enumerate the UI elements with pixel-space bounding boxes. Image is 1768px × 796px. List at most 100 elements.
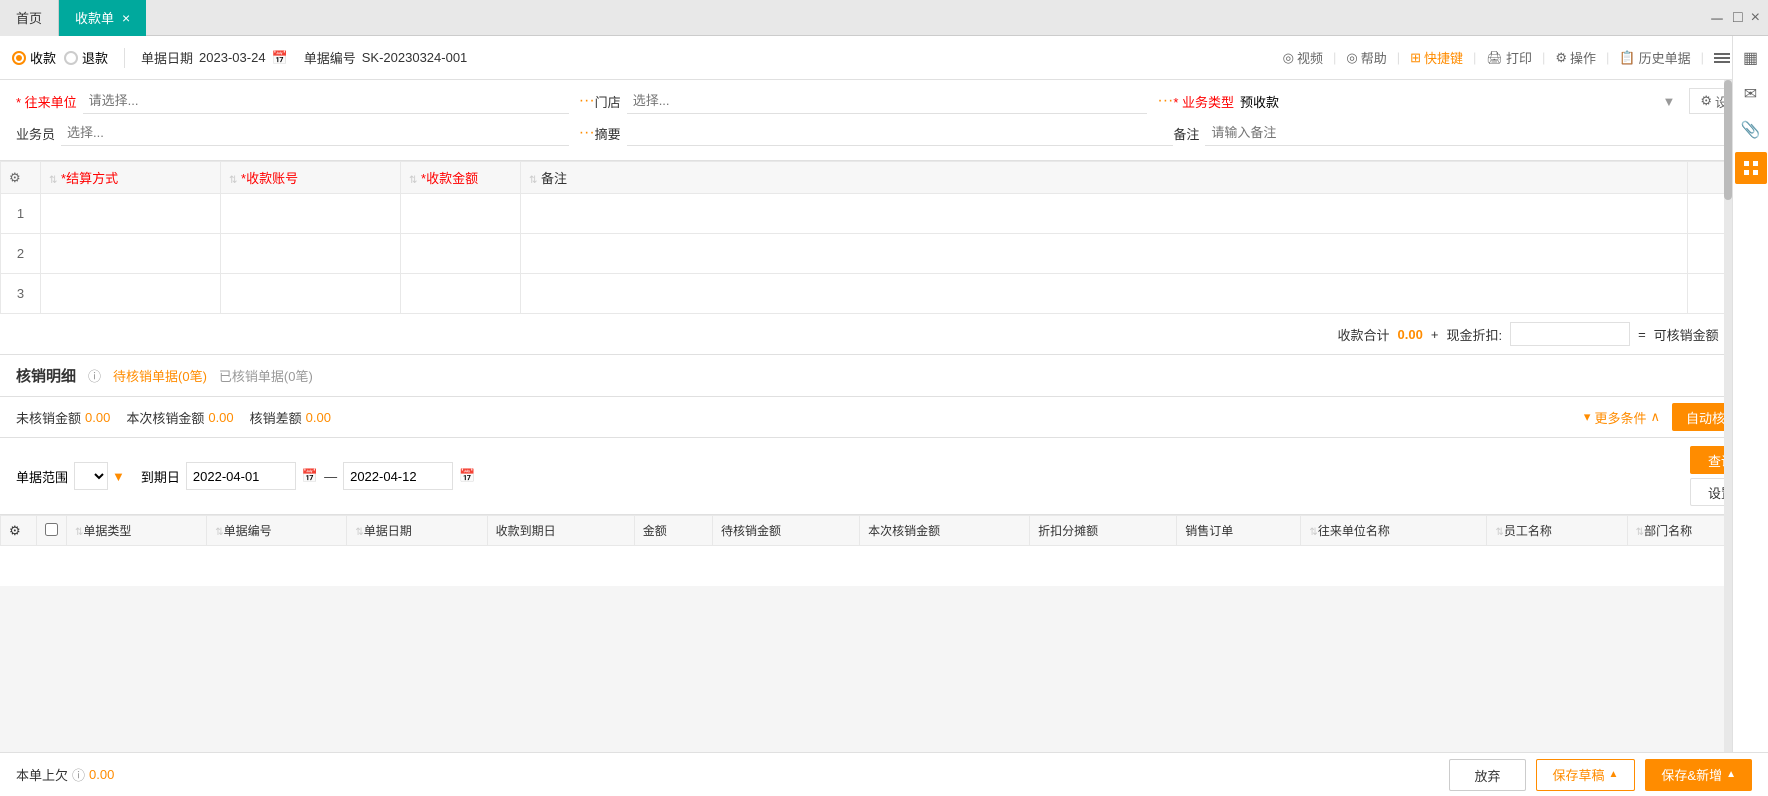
row-2-amount[interactable] — [401, 234, 521, 274]
due-label: 到期日 — [141, 467, 180, 486]
sort-type-icon[interactable]: ⇅ — [75, 527, 83, 538]
row-2-remark[interactable] — [521, 234, 1688, 274]
sort-employee-icon[interactable]: ⇅ — [1495, 527, 1503, 538]
row-2-account[interactable] — [221, 234, 401, 274]
footer-info: 本单上欠 ⓘ 0.00 — [16, 765, 114, 784]
remark-input[interactable] — [1205, 120, 1752, 146]
side-mail-icon[interactable]: ✉ — [1740, 80, 1761, 108]
sort-amount-icon[interactable]: ⇅ — [409, 175, 417, 186]
store-label: 门店 — [595, 92, 621, 111]
bottom-th-employee: ⇅员工名称 — [1487, 516, 1627, 546]
video-label: 视频 — [1297, 48, 1323, 67]
sort-account-icon[interactable]: ⇅ — [229, 175, 237, 186]
sort-dept-icon[interactable]: ⇅ — [1636, 527, 1644, 538]
summary-input[interactable] — [627, 120, 1174, 146]
form-row-1: * 往来单位 ··· 门店 ··· * 业务类型 预收款 ▼ ⚙ 设置 — [16, 88, 1752, 114]
maximize-button[interactable]: □ — [1733, 9, 1743, 27]
footer-info-icon[interactable]: ⓘ — [72, 765, 85, 784]
radio-refund[interactable]: 退款 — [64, 48, 108, 67]
store-more-icon[interactable]: ··· — [1157, 92, 1173, 110]
verify-title: 核销明细 — [16, 365, 76, 386]
save-draft-btn[interactable]: 保存草稿 ▲ — [1536, 759, 1636, 791]
bottom-gear-icon[interactable]: ⚙ — [9, 523, 21, 538]
pending-link[interactable]: 待核销单据(0笔) — [113, 366, 207, 385]
from-unit-input[interactable] — [83, 88, 569, 114]
row-2-settlement[interactable] — [41, 234, 221, 274]
salesperson-field: 业务员 ··· — [16, 120, 595, 146]
minimize-button[interactable]: － — [1709, 6, 1725, 30]
print-action[interactable]: 🖨 打印 — [1486, 48, 1532, 67]
row-1-remark[interactable] — [521, 194, 1688, 234]
biz-type-select[interactable]: 预收款 ▼ — [1240, 92, 1675, 111]
toolbar-divider-1 — [124, 48, 125, 68]
number-field: 单据编号 SK-20230324-001 — [304, 48, 468, 67]
form-row-2: 业务员 ··· 摘要 备注 — [16, 120, 1752, 146]
scope-select[interactable] — [74, 462, 108, 490]
help-action[interactable]: ◎ 帮助 — [1346, 48, 1386, 67]
radio-refund-label: 退款 — [82, 48, 108, 67]
discount-input[interactable] — [1510, 322, 1630, 346]
abandon-btn[interactable]: 放弃 — [1449, 759, 1525, 791]
side-attach-icon[interactable]: 📎 — [1737, 116, 1765, 144]
calendar-start-icon[interactable]: 📅 — [302, 468, 318, 484]
table-gear-icon[interactable]: ⚙ — [9, 170, 21, 185]
tab-home[interactable]: 首页 — [0, 0, 59, 36]
sort-date-icon[interactable]: ⇅ — [355, 527, 363, 538]
print-label: 打印 — [1506, 48, 1532, 67]
calendar-icon[interactable]: 📅 — [272, 50, 288, 66]
row-1-amount[interactable] — [401, 194, 521, 234]
side-scan-icon[interactable] — [1735, 152, 1767, 184]
calendar-end-icon[interactable]: 📅 — [459, 468, 475, 484]
net-label: 可核销金额 — [1654, 325, 1719, 344]
sort-remark-icon[interactable]: ⇅ — [529, 175, 537, 186]
from-unit-more-icon[interactable]: ··· — [579, 92, 595, 110]
scrollbar-track[interactable] — [1724, 80, 1732, 752]
tab-receipt[interactable]: 收款单 × — [59, 0, 146, 36]
scope-label: 单据范围 — [16, 467, 68, 486]
bottom-th-current: 本次核销金额 — [860, 516, 1030, 546]
scrollbar-thumb[interactable] — [1724, 80, 1732, 200]
scope-dropdown-icon[interactable]: ▼ — [112, 469, 125, 484]
sort-from-unit-icon[interactable]: ⇅ — [1309, 527, 1317, 538]
more-filters-btn[interactable]: ▾ 更多条件 ∧ — [1584, 408, 1660, 427]
date-start-input[interactable] — [186, 462, 296, 490]
sort-number-icon[interactable]: ⇅ — [215, 527, 223, 538]
remark-field: 备注 — [1173, 120, 1752, 146]
sort-settlement-icon[interactable]: ⇅ — [49, 175, 57, 186]
tab-close-icon[interactable]: × — [122, 10, 130, 26]
row-3-settlement[interactable] — [41, 274, 221, 314]
bottom-th-type: ⇅单据类型 — [67, 516, 207, 546]
salesperson-input[interactable] — [61, 120, 569, 146]
window-close-button[interactable]: × — [1751, 9, 1760, 27]
select-all-checkbox[interactable] — [45, 523, 58, 536]
menu-lines-icon[interactable] — [1714, 53, 1730, 63]
verify-info-icon[interactable]: ⓘ — [88, 366, 101, 385]
right-side-panel: ▦ ✉ 📎 — [1732, 36, 1768, 752]
history-action[interactable]: 📋 历史单据 — [1619, 48, 1690, 67]
operation-action[interactable]: ⚙ 操作 — [1555, 48, 1596, 67]
tab-home-label: 首页 — [16, 8, 42, 27]
row-1-account[interactable] — [221, 194, 401, 234]
shortcut-action[interactable]: ⊞ 快捷键 — [1410, 48, 1463, 67]
save-new-btn[interactable]: 保存&新增 ▲ — [1645, 759, 1752, 791]
radio-receipt[interactable]: 收款 — [12, 48, 56, 67]
row-1-settlement[interactable] — [41, 194, 221, 234]
bottom-th-checkbox[interactable] — [37, 516, 67, 546]
date-end-input[interactable] — [343, 462, 453, 490]
video-action[interactable]: ◎ 视频 — [1283, 48, 1323, 67]
total-val: 0.00 — [1398, 327, 1423, 342]
bottom-th-gear[interactable]: ⚙ — [1, 516, 37, 546]
done-link[interactable]: 已核销单据(0笔) — [219, 366, 313, 385]
unverified-stat: 未核销金额 0.00 — [16, 408, 110, 427]
row-3-remark[interactable] — [521, 274, 1688, 314]
side-table-icon[interactable]: ▦ — [1739, 44, 1762, 72]
store-input[interactable] — [627, 88, 1148, 114]
radio-refund-circle — [64, 51, 78, 65]
from-unit-field: * 往来单位 ··· — [16, 88, 595, 114]
th-gear[interactable]: ⚙ — [1, 162, 41, 194]
th-amount-label: *收款金额 — [421, 171, 478, 186]
row-3-account[interactable] — [221, 274, 401, 314]
salesperson-more-icon[interactable]: ··· — [579, 124, 595, 142]
row-3-amount[interactable] — [401, 274, 521, 314]
bottom-table-header-row: ⚙ ⇅单据类型 ⇅单据编号 ⇅单据日期 收款到期日 金额 待核销金额 本次核销金… — [1, 516, 1768, 546]
